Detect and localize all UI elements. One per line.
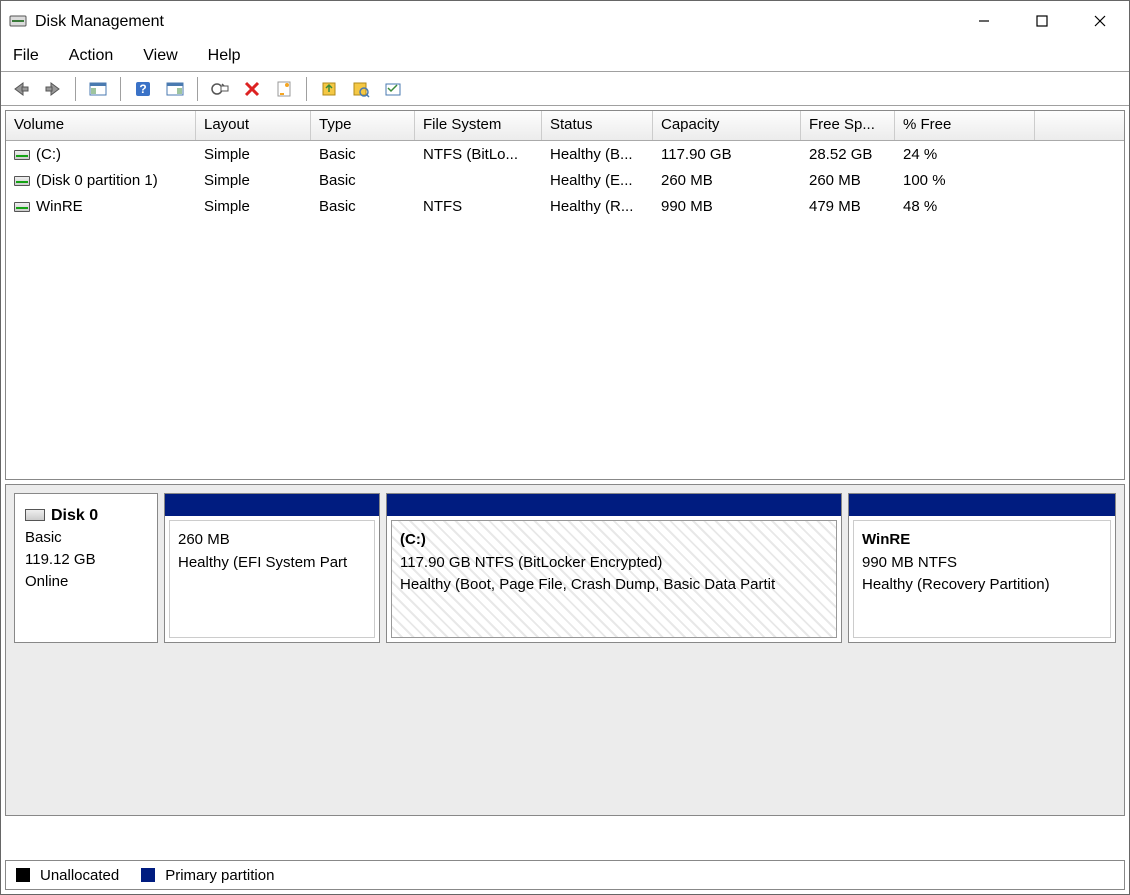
cell-layout: Simple [196,196,311,217]
cell-type: Basic [311,170,415,191]
rescan-disks-button[interactable] [315,75,343,103]
cell-pct: 48 % [895,196,1035,217]
cell-free: 28.52 GB [801,144,895,165]
disk-row: Disk 0 Basic 119.12 GB Online 260 MBHeal… [6,485,1124,651]
header-volume[interactable]: Volume [6,111,196,140]
toolbar-separator [75,77,76,101]
find-button[interactable] [347,75,375,103]
svg-text:?: ? [139,82,146,96]
partition-body: (C:)117.90 GB NTFS (BitLocker Encrypted)… [391,520,837,638]
filler [1,816,1129,856]
cell-filesystem: NTFS (BitLo... [415,144,542,165]
maximize-button[interactable] [1013,1,1071,41]
header-status[interactable]: Status [542,111,653,140]
partitions-container: 260 MBHealthy (EFI System Part(C:)117.90… [164,493,1116,643]
cell-volume: (Disk 0 partition 1) [6,170,196,191]
refresh-button[interactable] [206,75,234,103]
cell-free: 479 MB [801,196,895,217]
volume-list-header: Volume Layout Type File System Status Ca… [6,111,1124,141]
cell-free: 260 MB [801,170,895,191]
partition[interactable]: 260 MBHealthy (EFI System Part [164,493,380,643]
nav-back-button[interactable] [7,75,35,103]
cell-type: Basic [311,196,415,217]
partition-stripe [387,494,841,516]
close-button[interactable] [1071,1,1129,41]
cell-status: Healthy (B... [542,144,653,165]
volume-row[interactable]: (C:)SimpleBasicNTFS (BitLo...Healthy (B.… [6,141,1124,167]
minimize-button[interactable] [955,1,1013,41]
disk-icon [14,202,30,212]
partition-body: 260 MBHealthy (EFI System Part [169,520,375,638]
window-title: Disk Management [35,11,955,31]
cell-pct: 100 % [895,170,1035,191]
toolbar-separator [120,77,121,101]
header-layout[interactable]: Layout [196,111,311,140]
header-filesystem[interactable]: File System [415,111,542,140]
disk-icon [14,150,30,160]
disk-type: Basic [25,529,62,546]
window: Disk Management File Action View Help [0,0,1130,895]
menu-file[interactable]: File [9,45,43,67]
header-type[interactable]: Type [311,111,415,140]
header-pct-free[interactable]: % Free [895,111,1035,140]
menu-view[interactable]: View [139,45,181,67]
cell-capacity: 117.90 GB [653,144,801,165]
cell-filesystem [415,178,542,182]
cell-status: Healthy (R... [542,196,653,217]
menu-help[interactable]: Help [204,45,245,67]
delete-button[interactable] [238,75,266,103]
disk-size: 119.12 GB [25,551,96,568]
volume-list-body: (C:)SimpleBasicNTFS (BitLo...Healthy (B.… [6,141,1124,219]
show-hide-action-pane-button[interactable] [161,75,189,103]
disk-name: Disk 0 [51,507,98,524]
menu-action[interactable]: Action [65,45,117,67]
volume-row[interactable]: (Disk 0 partition 1)SimpleBasic Healthy (… [6,167,1124,193]
menubar: File Action View Help [1,41,1129,71]
disk-state: Online [25,573,68,590]
cell-filesystem: NTFS [415,196,542,217]
partition-stripe [165,494,379,516]
titlebar: Disk Management [1,1,1129,41]
legend: Unallocated Primary partition [5,860,1125,890]
toolbar-separator [197,77,198,101]
cell-volume: WinRE [6,196,196,217]
help-button[interactable]: ? [129,75,157,103]
partition[interactable]: WinRE990 MB NTFSHealthy (Recovery Partit… [848,493,1116,643]
disk-graphic-pane[interactable]: Disk 0 Basic 119.12 GB Online 260 MBHeal… [5,484,1125,816]
legend-swatch-unallocated [16,868,30,882]
disk-meta[interactable]: Disk 0 Basic 119.12 GB Online [14,493,158,643]
toolbar-separator [306,77,307,101]
partition[interactable]: (C:)117.90 GB NTFS (BitLocker Encrypted)… [386,493,842,643]
settings-button[interactable] [379,75,407,103]
disk-icon [14,176,30,186]
nav-forward-button[interactable] [39,75,67,103]
app-icon [9,12,27,30]
properties-button[interactable] [270,75,298,103]
volume-list[interactable]: Volume Layout Type File System Status Ca… [5,110,1125,480]
legend-primary-label: Primary partition [165,867,274,884]
legend-unallocated-label: Unallocated [40,867,119,884]
cell-layout: Simple [196,170,311,191]
cell-pct: 24 % [895,144,1035,165]
header-free-space[interactable]: Free Sp... [801,111,895,140]
partition-stripe [849,494,1115,516]
cell-volume: (C:) [6,144,196,165]
legend-swatch-primary [141,868,155,882]
show-hide-console-tree-button[interactable] [84,75,112,103]
window-buttons [955,1,1129,41]
cell-status: Healthy (E... [542,170,653,191]
cell-layout: Simple [196,144,311,165]
cell-type: Basic [311,144,415,165]
volume-row[interactable]: WinRESimpleBasicNTFSHealthy (R...990 MB4… [6,193,1124,219]
toolbar: ? [1,72,1129,106]
cell-capacity: 260 MB [653,170,801,191]
disk-icon [25,509,45,521]
header-capacity[interactable]: Capacity [653,111,801,140]
partition-body: WinRE990 MB NTFSHealthy (Recovery Partit… [853,520,1111,638]
cell-capacity: 990 MB [653,196,801,217]
